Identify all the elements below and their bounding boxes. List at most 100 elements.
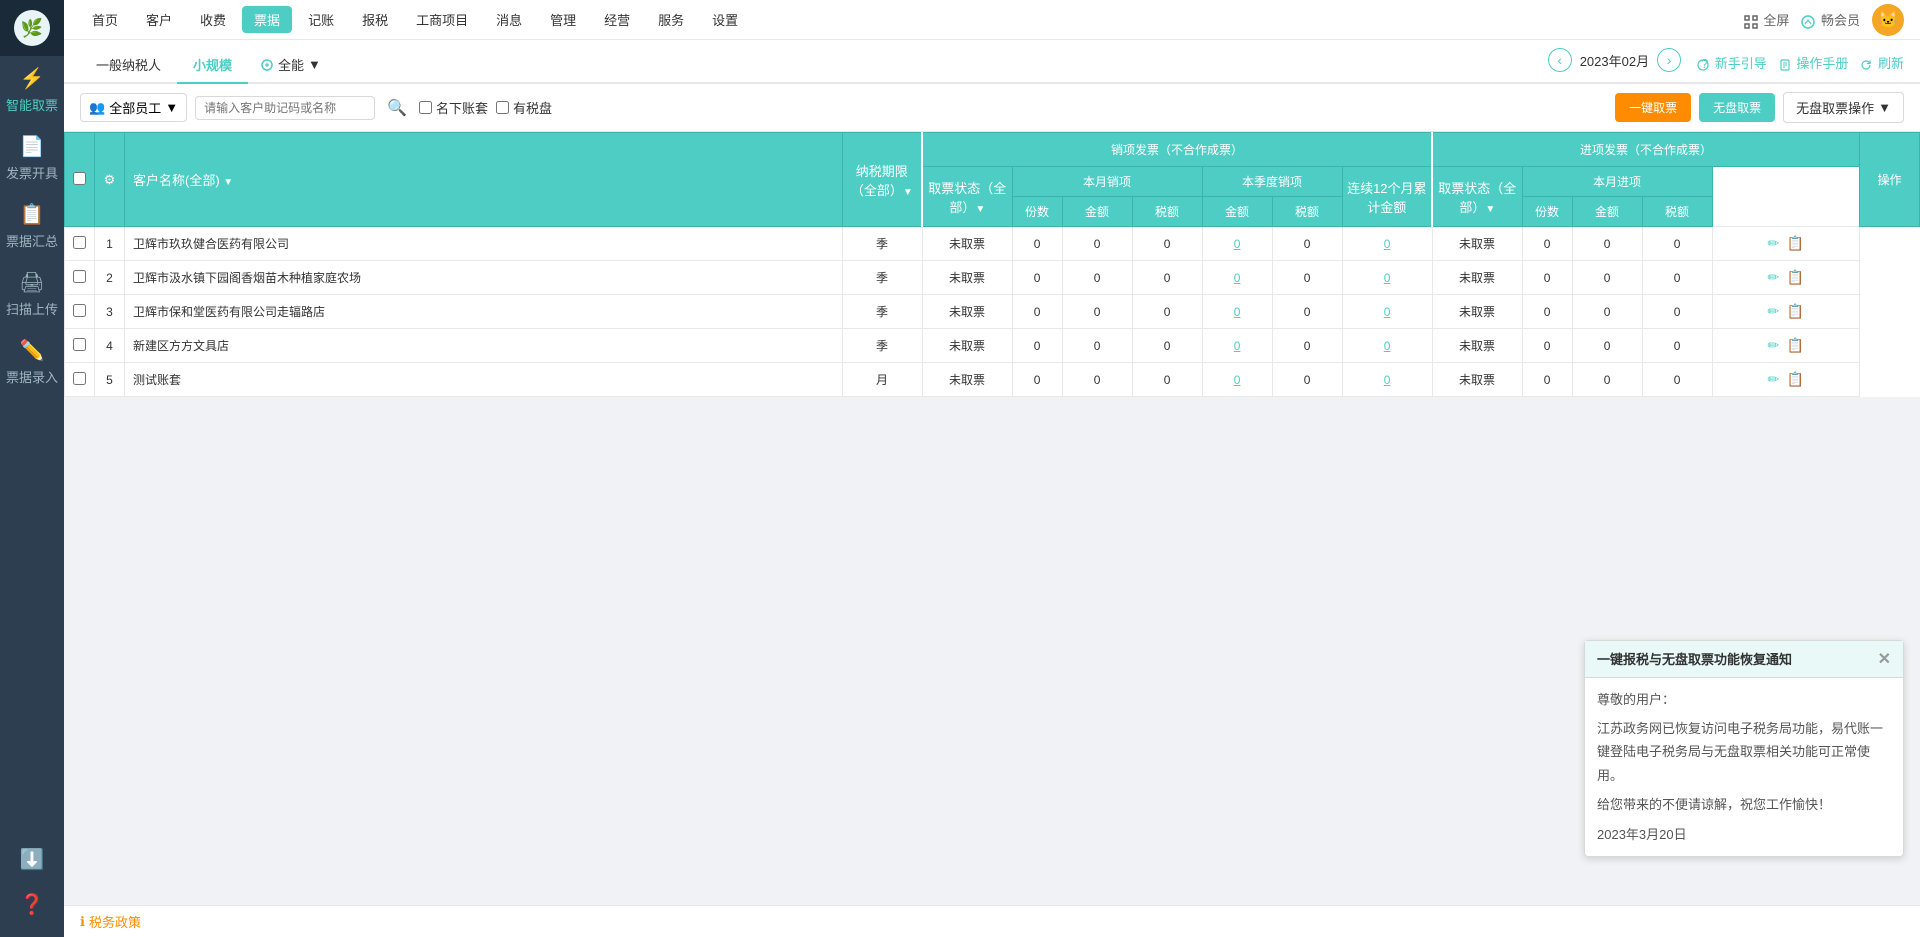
row-month-sales-count: 0 xyxy=(1012,363,1062,397)
tax-policy-link[interactable]: ℹ 税务政策 xyxy=(80,912,141,931)
nav-accounting[interactable]: 记账 xyxy=(296,6,346,33)
sidebar-logo: 🌿 xyxy=(0,0,64,56)
nav-customer[interactable]: 客户 xyxy=(134,6,184,33)
detail-icon[interactable]: 📋 xyxy=(1787,337,1804,353)
manual-btn[interactable]: 操作手册 xyxy=(1779,53,1849,72)
row-checkbox[interactable] xyxy=(73,270,86,283)
tax-disk-checkbox[interactable] xyxy=(496,101,509,114)
nav-billing[interactable]: 收费 xyxy=(188,6,238,33)
row-checkbox-cell[interactable] xyxy=(65,363,95,397)
edit-icon[interactable]: ✏ xyxy=(1768,269,1780,285)
row-checkbox-cell[interactable] xyxy=(65,295,95,329)
settings-icon[interactable]: ⚙ xyxy=(104,172,116,187)
nav-settings[interactable]: 设置 xyxy=(700,6,750,33)
invoice-entry-icon: ✏️ xyxy=(20,338,45,363)
table-row: 5 测试账套 月 未取票 0 0 0 0 0 0 未取票 0 0 0 ✏ 📋 xyxy=(65,363,1920,397)
edit-icon[interactable]: ✏ xyxy=(1768,303,1780,319)
purchase-month-amount-header: 金额 xyxy=(1572,197,1642,227)
row-checkbox[interactable] xyxy=(73,338,86,351)
notification-date: 2023年3月20日 xyxy=(1597,823,1891,846)
edit-icon[interactable]: ✏ xyxy=(1768,235,1780,251)
sidebar-item-invoice-summary[interactable]: 📋 票据汇总 xyxy=(0,192,64,260)
sidebar-item-scan-upload[interactable]: 🖨 扫描上传 xyxy=(0,260,64,328)
row-num: 5 xyxy=(95,363,125,397)
sidebar-item-invoice-open[interactable]: 📄 发票开具 xyxy=(0,124,64,192)
row-checkbox[interactable] xyxy=(73,372,86,385)
no-disk-ops-button[interactable]: 无盘取票操作 ▼ xyxy=(1783,92,1904,123)
refresh-btn[interactable]: 刷新 xyxy=(1860,53,1904,72)
notification-close-btn[interactable]: ✕ xyxy=(1878,649,1891,669)
tab-full[interactable]: 全能 ▼ xyxy=(248,47,333,84)
detail-icon[interactable]: 📋 xyxy=(1787,269,1804,285)
sidebar-item-smart-fetch[interactable]: ⚡ 智能取票 xyxy=(0,56,64,124)
detail-icon[interactable]: 📋 xyxy=(1787,371,1804,387)
sidebar-item-download[interactable]: ⬇️ xyxy=(0,837,64,882)
download-icon: ⬇️ xyxy=(20,847,45,872)
row-checkbox-cell[interactable] xyxy=(65,261,95,295)
edit-icon[interactable]: ✏ xyxy=(1768,337,1780,353)
sidebar-item-invoice-entry[interactable]: ✏️ 票据录入 xyxy=(0,328,64,396)
nav-operation[interactable]: 经营 xyxy=(592,6,642,33)
fullscreen-btn[interactable]: 全屏 xyxy=(1744,10,1790,29)
row-cumulative-amount[interactable]: 0 xyxy=(1342,295,1432,329)
nav-manage[interactable]: 管理 xyxy=(538,6,588,33)
tax-disk-checkbox-label[interactable]: 有税盘 xyxy=(496,98,552,117)
row-cumulative-amount[interactable]: 0 xyxy=(1342,227,1432,261)
row-cumulative-amount[interactable]: 0 xyxy=(1342,329,1432,363)
row-cumulative-amount[interactable]: 0 xyxy=(1342,363,1432,397)
month-purchase-header: 本月进项 xyxy=(1522,167,1712,197)
nav-home[interactable]: 首页 xyxy=(80,6,130,33)
detail-icon[interactable]: 📋 xyxy=(1787,303,1804,319)
search-button[interactable]: 🔍 xyxy=(383,98,411,118)
row-quarter-sales-amount[interactable]: 0 xyxy=(1202,295,1272,329)
row-checkbox[interactable] xyxy=(73,236,86,249)
detail-icon[interactable]: 📋 xyxy=(1787,235,1804,251)
row-checkbox-cell[interactable] xyxy=(65,329,95,363)
info-icon: ℹ xyxy=(80,914,85,930)
account-checkbox[interactable] xyxy=(419,101,432,114)
row-cumulative-amount[interactable]: 0 xyxy=(1342,261,1432,295)
one-click-fetch-button[interactable]: 一键取票 xyxy=(1615,93,1691,122)
invoice-summary-icon: 📋 xyxy=(20,202,45,227)
table-row: 1 卫辉市玖玖健合医药有限公司 季 未取票 0 0 0 0 0 0 未取票 0 … xyxy=(65,227,1920,261)
search-input[interactable] xyxy=(195,96,375,120)
row-name: 卫辉市汲水镇下园阁香烟苗木种植家庭农场 xyxy=(125,261,843,295)
row-checkbox[interactable] xyxy=(73,304,86,317)
edit-icon[interactable]: ✏ xyxy=(1768,371,1780,387)
account-checkbox-label[interactable]: 名下账套 xyxy=(419,98,488,117)
tab-general[interactable]: 一般纳税人 xyxy=(80,47,177,84)
row-month-sales-tax: 0 xyxy=(1132,295,1202,329)
no-disk-fetch-button[interactable]: 无盘取票 xyxy=(1699,93,1775,122)
employee-filter[interactable]: 👥 全部员工 ▼ xyxy=(80,93,187,122)
period-prev-btn[interactable]: ‹ xyxy=(1548,48,1572,72)
row-month-sales-count: 0 xyxy=(1012,295,1062,329)
notification-greeting: 尊敬的用户： xyxy=(1597,688,1891,711)
row-checkbox-cell[interactable] xyxy=(65,227,95,261)
row-quarter-sales-amount[interactable]: 0 xyxy=(1202,329,1272,363)
nav-service[interactable]: 服务 xyxy=(646,6,696,33)
nav-business[interactable]: 工商项目 xyxy=(404,6,480,33)
sales-quarter-tax-header: 税额 xyxy=(1272,197,1342,227)
nav-tax[interactable]: 报税 xyxy=(350,6,400,33)
manual-icon xyxy=(1779,59,1791,71)
row-quarter-sales-amount[interactable]: 0 xyxy=(1202,227,1272,261)
tab-small[interactable]: 小规模 xyxy=(177,47,248,84)
nav-invoice[interactable]: 票据 xyxy=(242,6,292,33)
sidebar-item-help[interactable]: ❓ xyxy=(0,882,64,927)
member-btn[interactable]: 畅会员 xyxy=(1801,10,1860,29)
row-month-purchase-count: 0 xyxy=(1522,295,1572,329)
period-next-btn[interactable]: › xyxy=(1657,48,1681,72)
row-tax-period: 季 xyxy=(842,295,922,329)
row-fetch-status-sales: 未取票 xyxy=(922,261,1012,295)
row-quarter-sales-amount[interactable]: 0 xyxy=(1202,261,1272,295)
row-quarter-sales-amount[interactable]: 0 xyxy=(1202,363,1272,397)
nav-message[interactable]: 消息 xyxy=(484,6,534,33)
sub-nav: 一般纳税人 小规模 全能 ▼ ‹ 2023年02月 › ? 新手引导 操作手册 … xyxy=(64,40,1920,84)
sidebar-bottom: ⬇️ ❓ xyxy=(0,837,64,937)
row-fetch-status-sales: 未取票 xyxy=(922,363,1012,397)
full-tab-dropdown-icon: ▼ xyxy=(308,57,321,72)
select-all-checkbox[interactable] xyxy=(73,172,86,185)
sales-invoice-header: 销项发票（不合作成票） xyxy=(922,133,1432,167)
user-avatar[interactable]: 🐱 xyxy=(1872,4,1904,36)
guide-btn[interactable]: ? 新手引导 xyxy=(1697,53,1767,72)
